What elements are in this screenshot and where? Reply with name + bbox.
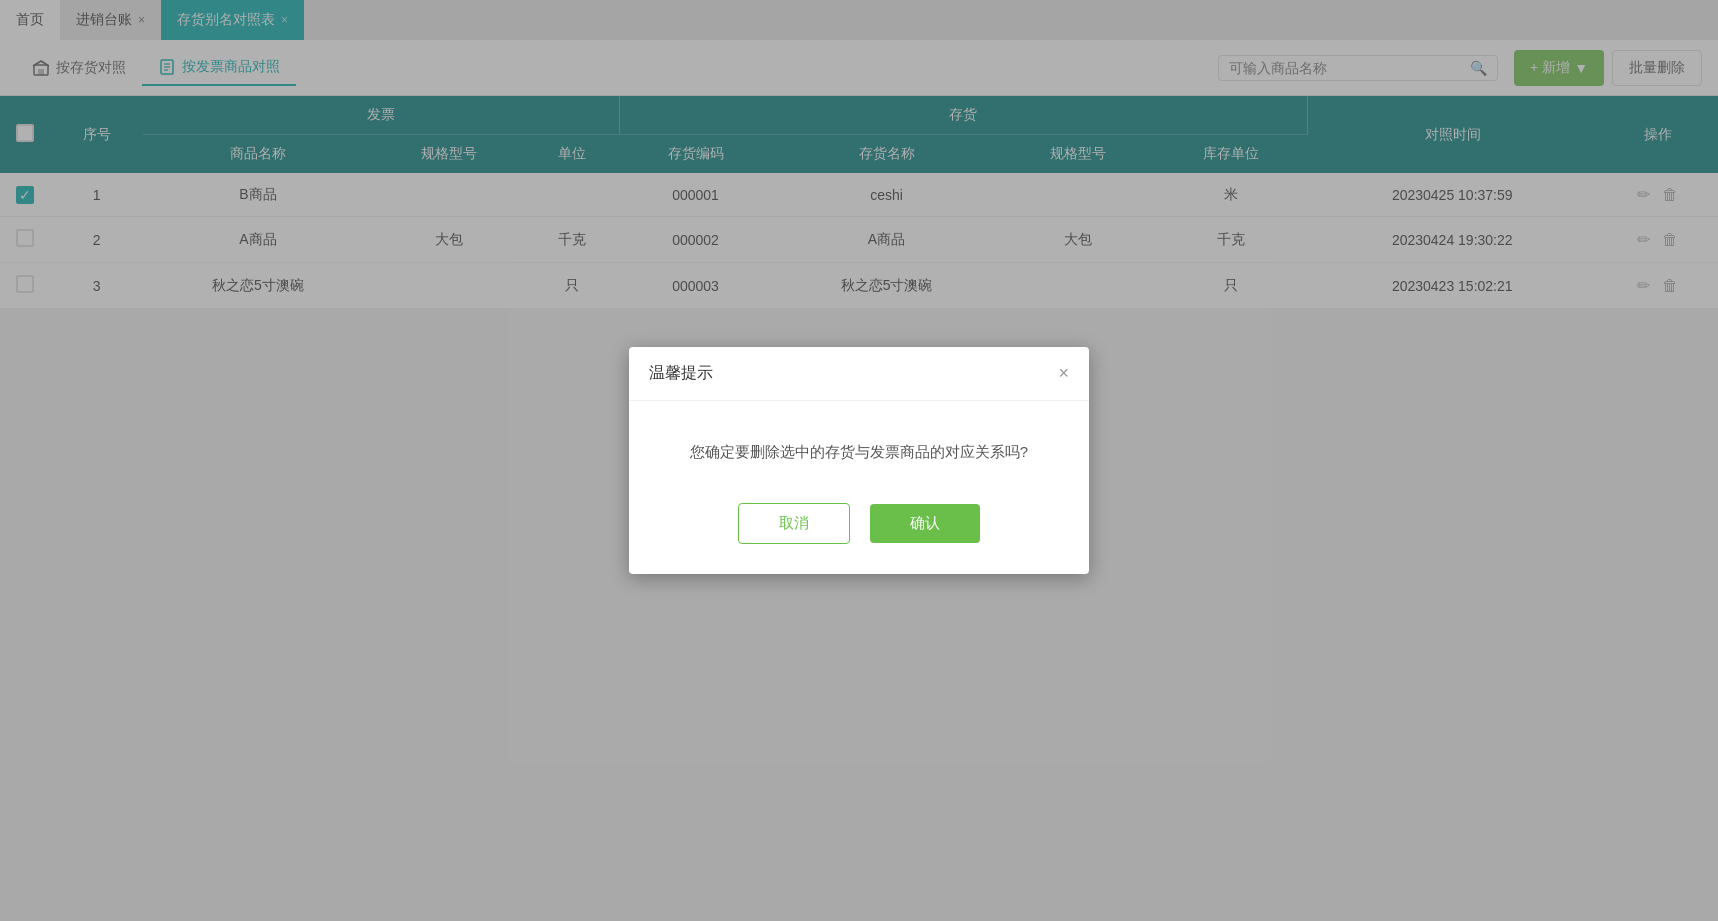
modal-title: 温馨提示 xyxy=(649,363,713,384)
modal-close-button[interactable]: × xyxy=(1058,363,1069,384)
modal-overlay: 温馨提示 × 您确定要删除选中的存货与发票商品的对应关系吗? 取消 确认 xyxy=(0,0,1718,921)
content-area: 按存货对照 按发票商品对照 🔍 + 新增 ▼ 批量删 xyxy=(0,40,1718,921)
modal-footer: 取消 确认 xyxy=(629,493,1089,574)
cancel-button[interactable]: 取消 xyxy=(738,503,850,544)
confirm-modal: 温馨提示 × 您确定要删除选中的存货与发票商品的对应关系吗? 取消 确认 xyxy=(629,347,1089,575)
modal-header: 温馨提示 × xyxy=(629,347,1089,401)
modal-message: 您确定要删除选中的存货与发票商品的对应关系吗? xyxy=(690,443,1028,460)
confirm-button[interactable]: 确认 xyxy=(870,504,980,543)
modal-body: 您确定要删除选中的存货与发票商品的对应关系吗? xyxy=(629,401,1089,494)
